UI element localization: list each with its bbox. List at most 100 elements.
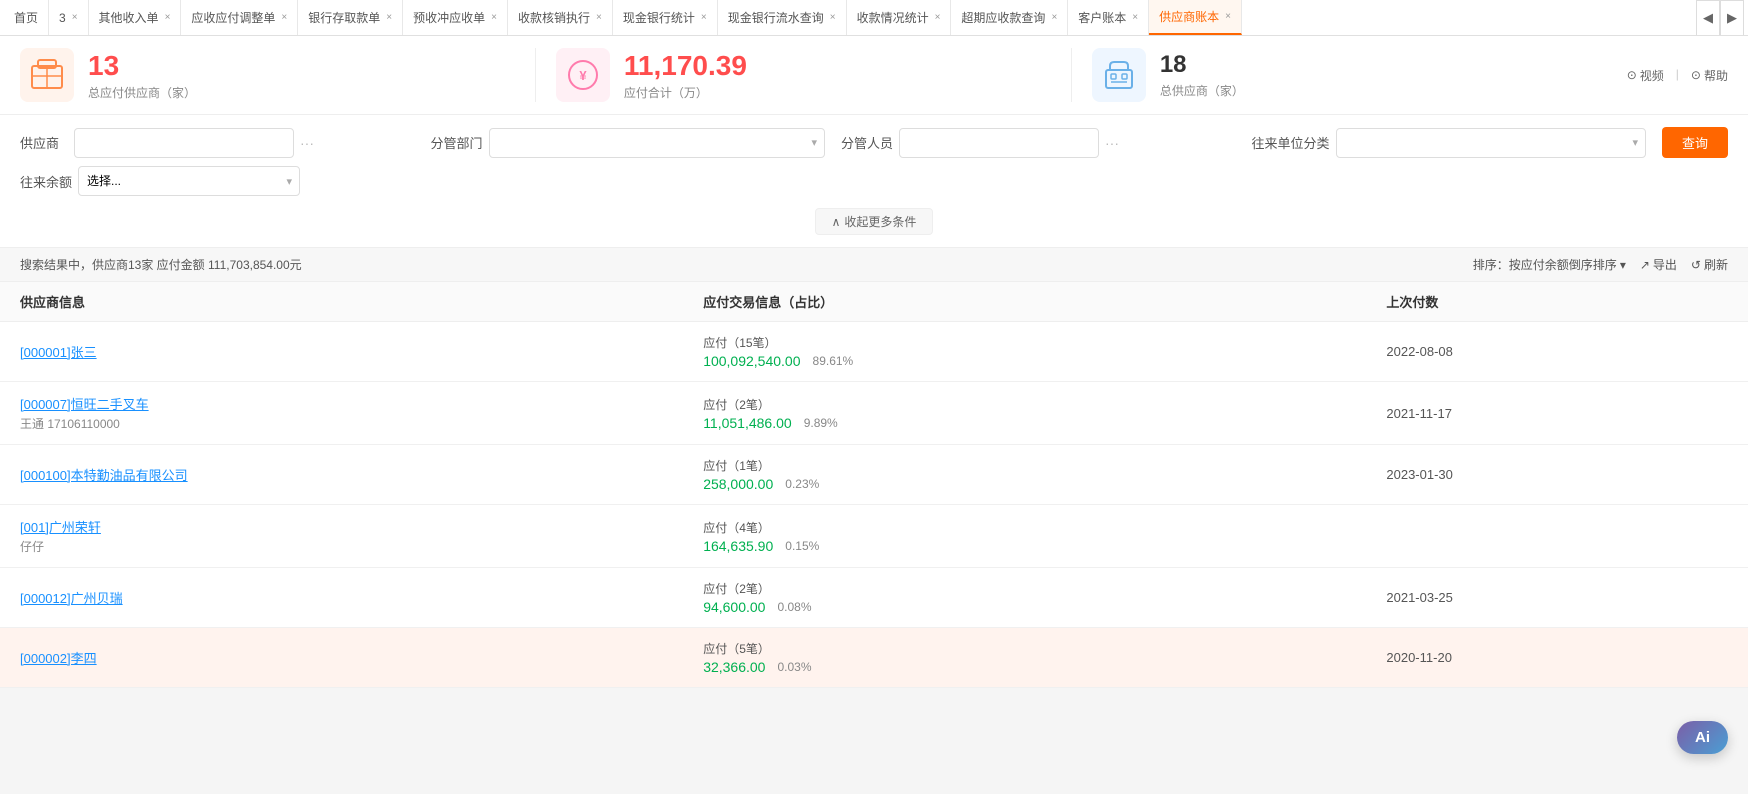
percent-0: 89.61% (813, 354, 854, 368)
close-supplier-ledger-icon[interactable]: × (1225, 11, 1231, 22)
refresh-button[interactable]: ↺ 刷新 (1691, 256, 1728, 273)
supplier-link-5[interactable]: [000002]李四 (20, 648, 703, 667)
table-row: [000012]广州贝瑞 应付（2笔） 94,600.00 0.08% 2021… (0, 568, 1748, 628)
lastpay-cell-2: 2023-01-30 (1386, 467, 1728, 482)
ai-button[interactable]: Ai (1677, 721, 1728, 754)
stat-text-suppliers: 13 总应付供应商（家） (88, 49, 196, 102)
supplier-link-4[interactable]: [000012]广州贝瑞 (20, 588, 703, 607)
stat-text-payable: 11,170.39 应付合计（万） (624, 49, 747, 102)
percent-4: 0.08% (777, 600, 811, 614)
close-tab-3-icon[interactable]: × (72, 12, 78, 23)
category-filter-label: 往来单位分类 (1252, 133, 1330, 152)
result-text: 搜索结果中，供应商13家 应付金额 111,703,854.00元 (20, 256, 302, 273)
amount-5: 32,366.00 (703, 659, 765, 675)
supplier-icon (20, 48, 74, 102)
supplier-filter-label: 供应商 (20, 133, 68, 152)
tx-cell-0: 应付（15笔） 100,092,540.00 89.61% (703, 334, 1386, 369)
person-dots-icon[interactable]: ··· (1105, 135, 1119, 151)
close-customer-ledger-icon[interactable]: × (1132, 12, 1138, 23)
nav-tab-overdue-ar-label: 超期应收款查询 (961, 9, 1045, 26)
close-other-income-icon[interactable]: × (165, 12, 171, 23)
lastpay-cell-1: 2021-11-17 (1386, 406, 1728, 421)
supplier-dots-icon[interactable]: ··· (300, 135, 314, 151)
supplier-link-0[interactable]: [000001]张三 (20, 342, 703, 361)
close-cash-bank-query-icon[interactable]: × (830, 12, 836, 23)
close-overdue-ar-icon[interactable]: × (1051, 12, 1057, 23)
tx-label-1: 应付（2笔） (703, 396, 1386, 413)
col-header-tx: 应付交易信息（占比） (703, 292, 1386, 311)
nav-tab-home[interactable]: 首页 (4, 0, 49, 35)
nav-tab-receipt-exec[interactable]: 收款核销执行 × (508, 0, 613, 35)
close-receipt-exec-icon[interactable]: × (596, 12, 602, 23)
table-row: [000001]张三 应付（15笔） 100,092,540.00 89.61%… (0, 322, 1748, 382)
percent-3: 0.15% (785, 539, 819, 553)
lastpay-5: 2020-11-20 (1386, 650, 1452, 665)
nav-tab-receipt-stat[interactable]: 收款情况统计 × (847, 0, 952, 35)
nav-tab-customer-ledger[interactable]: 客户账本 × (1068, 0, 1149, 35)
export-button[interactable]: ↗ 导出 (1640, 256, 1677, 273)
nav-tab-advance-ar[interactable]: 预收冲应收单 × (403, 0, 508, 35)
video-link[interactable]: ⊙ 视频 (1627, 67, 1664, 84)
category-select[interactable] (1336, 128, 1646, 158)
nav-tab-cash-bank-query[interactable]: 现金银行流水查询 × (718, 0, 847, 35)
close-ar-ap-icon[interactable]: × (281, 12, 287, 23)
top-nav: 首页 3 × 其他收入单 × 应收应付调整单 × 银行存取款单 × 预收冲应收单… (0, 0, 1748, 36)
close-cash-bank-stat-icon[interactable]: × (701, 12, 707, 23)
supplier-link-2[interactable]: [000100]本特勤油品有限公司 (20, 465, 703, 484)
sort-label: 排序：按应付余额倒序排序 (1473, 256, 1617, 273)
supplier-cell-1: [000007]恒旺二手叉车 王通 17106110000 (20, 394, 703, 432)
nav-tab-advance-ar-label: 预收冲应收单 (413, 9, 485, 26)
supplier-filter-input[interactable] (74, 128, 294, 158)
supplier-link-1[interactable]: [000007]恒旺二手叉车 (20, 394, 703, 413)
nav-tab-ar-ap-adjust-label: 应收应付调整单 (191, 9, 275, 26)
filter-row-1: 供应商 ··· 分管部门 ▾ 分管人员 ··· 往来单位分类 (20, 127, 1728, 158)
nav-tab-bank-deposit-label: 银行存取款单 (308, 9, 380, 26)
percent-2: 0.23% (785, 477, 819, 491)
sort-control[interactable]: 排序：按应付余额倒序排序 ▾ (1473, 256, 1626, 273)
tx-label-4: 应付（2笔） (703, 580, 1386, 597)
close-bank-icon[interactable]: × (386, 12, 392, 23)
search-button[interactable]: 查询 (1662, 127, 1728, 158)
supplier-link-3[interactable]: [001]广州荣轩 (20, 517, 703, 536)
table-row: [000007]恒旺二手叉车 王通 17106110000 应付（2笔） 11,… (0, 382, 1748, 445)
nav-tab-ar-ap-adjust[interactable]: 应收应付调整单 × (181, 0, 298, 35)
stats-divider: | (1676, 67, 1679, 81)
close-advance-ar-icon[interactable]: × (491, 12, 497, 23)
col-header-lastpay: 上次付数 (1386, 292, 1728, 311)
lastpay-4: 2021-03-25 (1386, 590, 1453, 605)
collapse-button[interactable]: ∧ 收起更多条件 (815, 208, 934, 235)
dept-select[interactable] (489, 128, 825, 158)
nav-tab-other-income-label: 其他收入单 (99, 9, 159, 26)
col-header-supplier: 供应商信息 (20, 292, 703, 311)
nav-next-arrow[interactable]: ▶ (1720, 0, 1744, 36)
help-link[interactable]: ⊙ 帮助 (1691, 67, 1728, 84)
stat-block-payable: ¥ 11,170.39 应付合计（万） (556, 48, 1072, 102)
help-label: 帮助 (1704, 67, 1728, 84)
tx-cell-1: 应付（2笔） 11,051,486.00 9.89% (703, 396, 1386, 431)
supplier-cell-3: [001]广州荣轩 仔仔 (20, 517, 703, 555)
balance-filter-label: 往来余额 (20, 172, 72, 191)
amount-3: 164,635.90 (703, 538, 773, 554)
amount-2: 258,000.00 (703, 476, 773, 492)
nav-tab-other-income[interactable]: 其他收入单 × (89, 0, 182, 35)
tx-cell-2: 应付（1笔） 258,000.00 0.23% (703, 457, 1386, 492)
stat-block-suppliers: 13 总应付供应商（家） (20, 48, 536, 102)
person-filter-label: 分管人员 (841, 133, 893, 152)
nav-tab-overdue-ar[interactable]: 超期应收款查询 × (951, 0, 1068, 35)
balance-select[interactable]: 选择... (78, 166, 300, 196)
supplier-sub-1: 王通 17106110000 (20, 415, 703, 432)
nav-tab-bank-deposit[interactable]: 银行存取款单 × (298, 0, 403, 35)
tx-label-0: 应付（15笔） (703, 334, 1386, 351)
nav-tab-cash-bank-stat[interactable]: 现金银行统计 × (613, 0, 718, 35)
nav-tab-3-label: 3 (59, 11, 66, 25)
nav-prev-arrow[interactable]: ◀ (1696, 0, 1720, 36)
nav-tab-supplier-ledger[interactable]: 供应商账本 × (1149, 0, 1242, 35)
person-filter-input[interactable] (899, 128, 1099, 158)
lastpay-cell-5: 2020-11-20 (1386, 650, 1728, 665)
collapse-icon: ∧ (832, 215, 841, 229)
filter-supplier: 供应商 ··· (20, 128, 415, 158)
lastpay-1: 2021-11-17 (1386, 406, 1452, 421)
nav-tab-receipt-exec-label: 收款核销执行 (518, 9, 590, 26)
close-receipt-stat-icon[interactable]: × (935, 12, 941, 23)
nav-tab-3[interactable]: 3 × (49, 0, 89, 35)
